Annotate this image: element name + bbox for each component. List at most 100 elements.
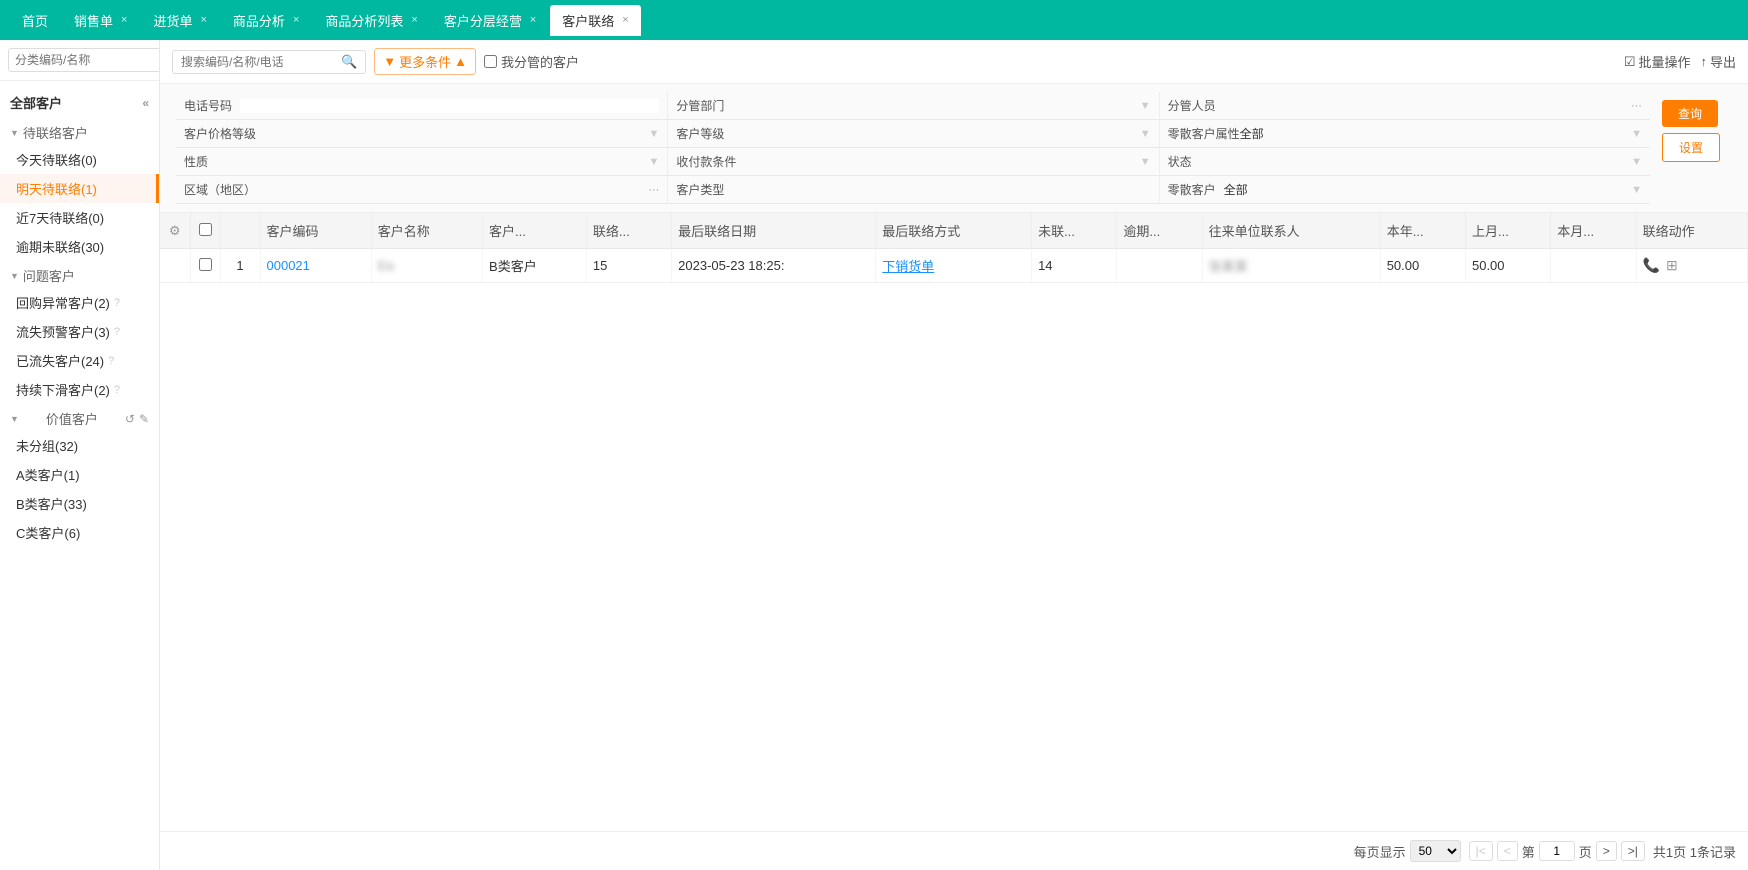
main-search-input[interactable] <box>181 55 341 69</box>
close-customer-tier-tab[interactable]: × <box>530 14 536 26</box>
dept-arrow[interactable]: ▼ <box>1140 100 1151 112</box>
sidebar-item-overdue-contact[interactable]: 逾期未联络(30) <box>0 232 159 261</box>
row-last-contact-method[interactable]: 下销货单 <box>876 249 1032 283</box>
export-button[interactable]: ↑ 导出 <box>1700 52 1736 71</box>
page-suffix-label: 页 <box>1579 842 1592 861</box>
customer-value-arrow[interactable]: ▼ <box>648 128 659 140</box>
page-number-input[interactable] <box>1539 841 1575 861</box>
close-customer-contact-tab[interactable]: × <box>622 14 628 26</box>
nav-tab-purchase[interactable]: 进货单 × <box>141 5 218 36</box>
retail-customer-arrow[interactable]: ▼ <box>1631 184 1642 196</box>
last-page-button[interactable]: >| <box>1621 841 1645 861</box>
sidebar-item-c-class[interactable]: C类客户(6) <box>0 518 159 547</box>
row-checkbox[interactable] <box>199 258 212 271</box>
first-page-button[interactable]: |< <box>1469 841 1493 861</box>
nav-tab-sales[interactable]: 销售单 × <box>62 5 139 36</box>
col-last-month: 上月... <box>1465 213 1550 249</box>
value-group-refresh-icon[interactable]: ↺ <box>125 412 135 426</box>
filter-panel: 电话号码 客户价格等级 ▼ 性质 ▼ 区域（地区） <box>160 84 1748 213</box>
nav-tab-customer-tier[interactable]: 客户分层经营 × <box>432 5 548 36</box>
nav-home[interactable]: 首页 <box>10 5 60 36</box>
content-area: 🔍 ▼ 更多条件 ▲ 我分管的客户 ☑ 批量操作 ↑ 导出 <box>160 40 1748 870</box>
retail-attr-arrow[interactable]: ▼ <box>1631 128 1642 140</box>
nav-tab-product-analysis[interactable]: 商品分析 × <box>221 5 311 36</box>
action-phone-icon[interactable]: 📞 <box>1643 257 1660 274</box>
sidebar: 🔍 全部客户 « 待联络客户 今天待联络(0) 明天待联络(1) 近7天待联络(… <box>0 40 160 870</box>
row-last-contact-date: 2023-05-23 18:25: <box>672 249 876 283</box>
col-type: 客户... <box>483 213 587 249</box>
nav-tab-customer-contact[interactable]: 客户联络 × <box>550 5 640 36</box>
more-conditions-button[interactable]: ▼ 更多条件 ▲ <box>374 48 476 75</box>
payment-arrow[interactable]: ▼ <box>1140 156 1151 168</box>
main-layout: 🔍 全部客户 « 待联络客户 今天待联络(0) 明天待联络(1) 近7天待联络(… <box>0 40 1748 870</box>
phone-input[interactable] <box>240 99 659 113</box>
sidebar-item-tomorrow-contact[interactable]: 明天待联络(1) <box>0 174 159 203</box>
help-icon-churned: ? <box>108 355 114 367</box>
col-settings[interactable]: ⚙ <box>160 213 190 249</box>
nature-arrow[interactable]: ▼ <box>648 156 659 168</box>
filter-icon: ▼ <box>383 54 396 69</box>
retail-customer-val: 全部 <box>1224 181 1631 198</box>
sidebar-group-problem: 问题客户 <box>0 261 159 288</box>
customer-type-label: 客户类型 <box>676 181 732 198</box>
prev-page-button[interactable]: < <box>1497 841 1518 861</box>
my-customers-checkbox[interactable] <box>484 55 497 68</box>
page-size-wrap: 每页显示 50 100 200 <box>1354 840 1461 862</box>
value-group-edit-icon[interactable]: ✎ <box>139 412 149 426</box>
sidebar-item-7days-contact[interactable]: 近7天待联络(0) <box>0 203 159 232</box>
page-prefix-label: 第 <box>1522 842 1535 861</box>
help-icon-declining: ? <box>114 384 120 396</box>
pagination-nav: |< < 第 页 > >| <box>1469 841 1645 861</box>
search-wrap: 🔍 <box>172 50 366 74</box>
batch-ops-button[interactable]: ☑ 批量操作 <box>1624 52 1691 71</box>
sidebar-group-pending: 待联络客户 <box>0 118 159 145</box>
sidebar-item-a-class[interactable]: A类客户(1) <box>0 460 159 489</box>
row-check <box>190 249 220 283</box>
close-product-analysis-tab[interactable]: × <box>293 14 299 26</box>
all-customers-label: 全部客户 <box>10 93 62 112</box>
per-page-select[interactable]: 50 100 200 <box>1410 840 1461 862</box>
col-num <box>220 213 260 249</box>
query-button[interactable]: 查询 <box>1662 100 1718 127</box>
row-name[interactable]: Ea <box>371 249 482 283</box>
payment-label: 收付款条件 <box>676 153 736 170</box>
table-row: 1 000021 Ea B类客户 15 2023-05-23 18:25: 下销… <box>160 249 1748 283</box>
col-contact: 联络... <box>586 213 671 249</box>
next-page-button[interactable]: > <box>1596 841 1617 861</box>
sidebar-item-declining[interactable]: 持续下滑客户(2) ? <box>0 375 159 404</box>
status-label: 状态 <box>1168 153 1224 170</box>
action-more-icon[interactable]: ⊞ <box>1666 257 1678 274</box>
help-icon-repurchase: ? <box>114 297 120 309</box>
person-dots[interactable]: ··· <box>1631 100 1642 112</box>
sidebar-item-ungrouped[interactable]: 未分组(32) <box>0 431 159 460</box>
select-all-checkbox[interactable] <box>199 223 212 236</box>
customer-table-wrap: ⚙ 客户编码 客户名称 客户... 联络... 最后联络日期 最后联络方式 未联… <box>160 213 1748 831</box>
sidebar-search-input[interactable] <box>8 48 160 72</box>
region-label: 区域（地区） <box>184 181 256 198</box>
my-customers-checkbox-label[interactable]: 我分管的客户 <box>484 52 579 71</box>
action-icons-wrap: 📞 ⊞ <box>1643 257 1741 274</box>
sidebar-item-today-contact[interactable]: 今天待联络(0) <box>0 145 159 174</box>
sidebar-group-value: 价值客户 ↺ ✎ <box>0 404 159 431</box>
toolbar: 🔍 ▼ 更多条件 ▲ 我分管的客户 ☑ 批量操作 ↑ 导出 <box>160 40 1748 84</box>
all-customers-item[interactable]: 全部客户 « <box>0 87 159 118</box>
sidebar-item-repurchase-abnormal[interactable]: 回购异常客户(2) ? <box>0 288 159 317</box>
nav-tab-product-list[interactable]: 商品分析列表 × <box>313 5 429 36</box>
row-code[interactable]: 000021 <box>260 249 371 283</box>
row-overdue <box>1117 249 1202 283</box>
main-search-icon[interactable]: 🔍 <box>341 54 357 70</box>
region-dots[interactable]: ··· <box>648 184 659 196</box>
close-sales-tab[interactable]: × <box>121 14 127 26</box>
sidebar-item-b-class[interactable]: B类客户(33) <box>0 489 159 518</box>
sidebar-item-churned[interactable]: 已流失客户(24) ? <box>0 346 159 375</box>
table-header-row: ⚙ 客户编码 客户名称 客户... 联络... 最后联络日期 最后联络方式 未联… <box>160 213 1748 249</box>
close-product-list-tab[interactable]: × <box>411 14 417 26</box>
col-overdue: 逾期... <box>1117 213 1202 249</box>
col-year-amount: 本年... <box>1380 213 1465 249</box>
close-purchase-tab[interactable]: × <box>200 14 206 26</box>
status-arrow[interactable]: ▼ <box>1631 156 1642 168</box>
set-button[interactable]: 设置 <box>1662 133 1720 162</box>
customer-level-arrow[interactable]: ▼ <box>1140 128 1151 140</box>
sidebar-collapse-icon[interactable]: « <box>142 96 149 110</box>
sidebar-item-churn-warning[interactable]: 流失预警客户(3) ? <box>0 317 159 346</box>
